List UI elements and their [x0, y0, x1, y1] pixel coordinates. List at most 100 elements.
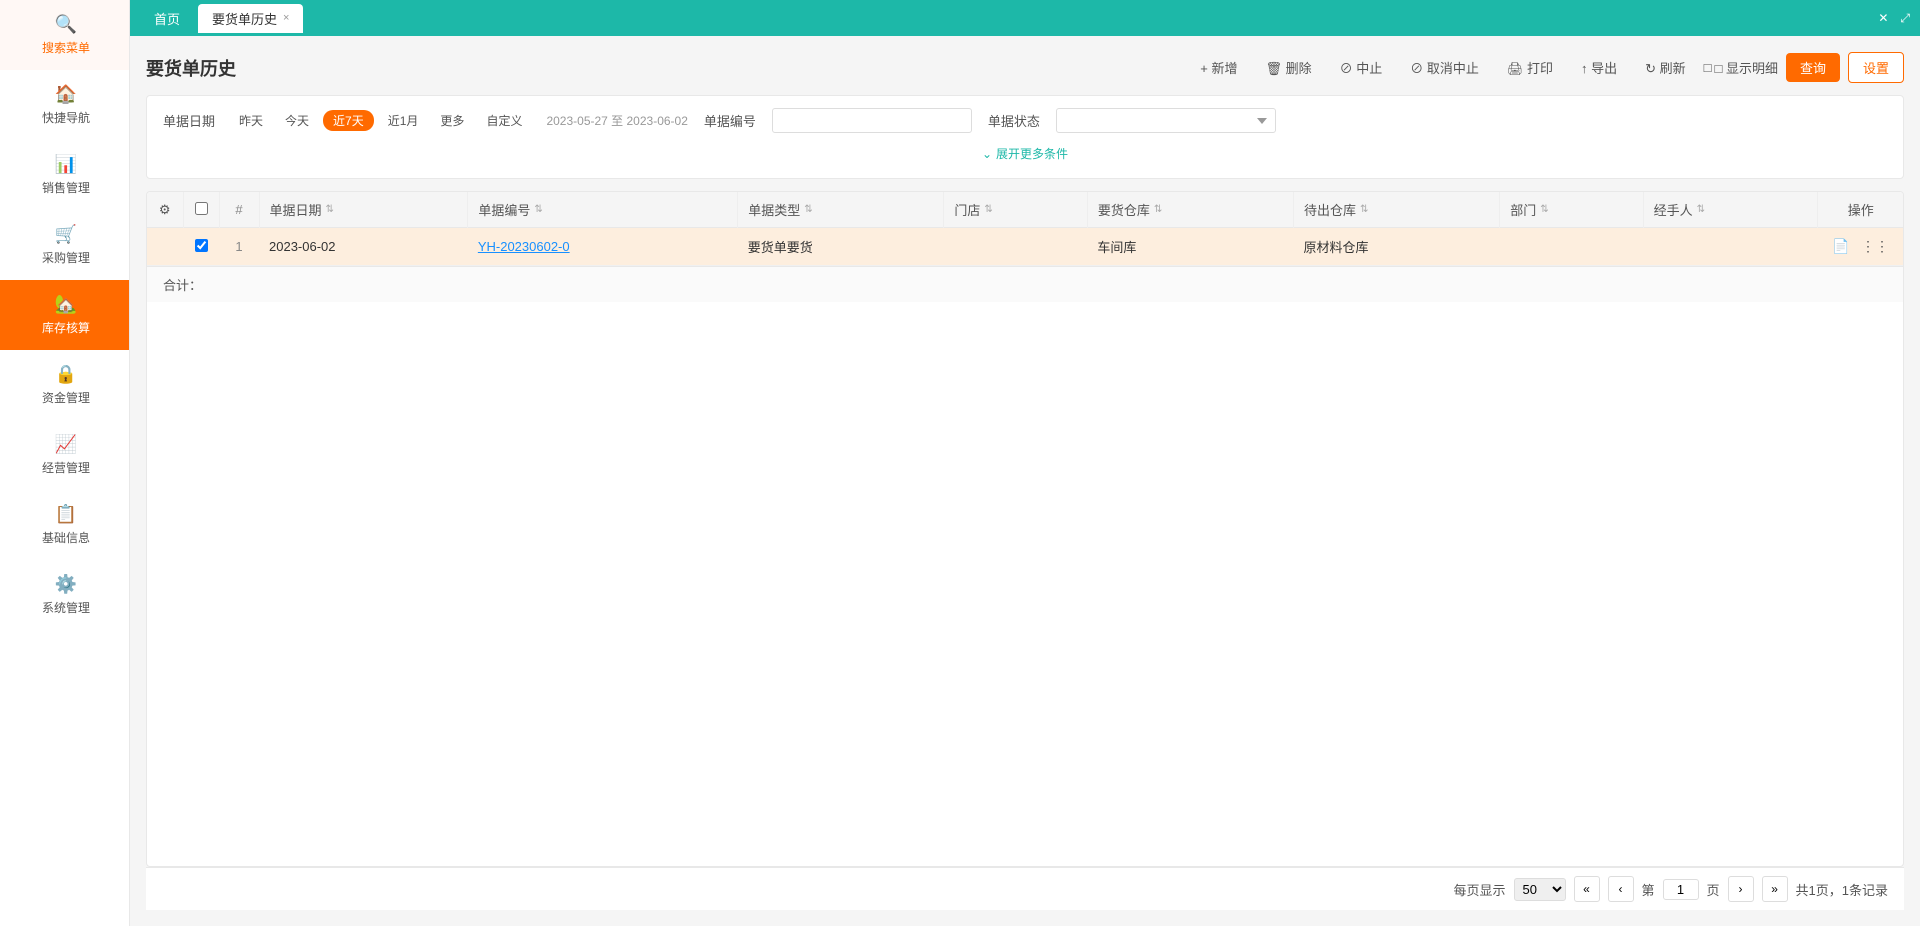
- row-ops-0: 📄 ⋮⋮: [1818, 228, 1903, 266]
- th-checkbox[interactable]: [183, 192, 219, 228]
- sidebar-item-basic-info[interactable]: 📋 基础信息: [0, 490, 129, 560]
- row-reqwarehouse-0: 车间库: [1087, 228, 1293, 266]
- basic-info-icon: 📋: [55, 504, 77, 525]
- tab-label-requisition-history: 要货单历史: [212, 9, 277, 28]
- filter-dates: 昨天 今天 近7天 近1月 更多 自定义: [231, 110, 530, 131]
- th-department[interactable]: 部门⇅: [1500, 192, 1643, 228]
- date-btn-1month[interactable]: 近1月: [380, 110, 427, 131]
- print-button[interactable]: 🖨 打印: [1497, 53, 1563, 82]
- row-docno-0[interactable]: YH-20230602-0: [468, 228, 738, 266]
- refresh-button[interactable]: ↻ 刷新: [1635, 53, 1696, 82]
- tab-close-requisition-history[interactable]: ×: [283, 12, 289, 24]
- sidebar-label-quick-nav: 快捷导航: [42, 109, 90, 126]
- th-handler[interactable]: 经手人⇅: [1643, 192, 1818, 228]
- pagination-bar: 每页显示 50 10 20 100 « ‹ 第 页 › » 共1页，1条记录: [146, 867, 1904, 910]
- page-number-input[interactable]: [1663, 879, 1699, 900]
- prev-page-button[interactable]: ‹: [1608, 876, 1634, 902]
- date-btn-today[interactable]: 今天: [277, 110, 317, 131]
- sidebar-item-purchase[interactable]: 🛒 采购管理: [0, 210, 129, 280]
- sidebar-label-search-menu: 搜索菜单: [42, 39, 90, 56]
- main-area: 首页要货单历史 × ✕ ⤢ 要货单历史 + 新增 🗑 删除 ⊘ 中止 ⊘ 取消中…: [130, 0, 1920, 926]
- date-btn-7days[interactable]: 近7天: [323, 110, 374, 131]
- row-store-0: [944, 228, 1087, 266]
- quick-nav-icon: 🏠: [55, 84, 77, 105]
- row-edit-btn-0[interactable]: 📄: [1828, 236, 1853, 257]
- per-page-select[interactable]: 50 10 20 100: [1514, 878, 1566, 901]
- th-settings[interactable]: ⚙: [147, 192, 183, 228]
- query-button[interactable]: 查询: [1786, 53, 1840, 82]
- tab-label-home: 首页: [154, 9, 180, 28]
- status-select[interactable]: [1056, 108, 1276, 133]
- tab-bar-right: ✕ ⤢: [1878, 11, 1910, 26]
- doc-no-input[interactable]: [772, 108, 972, 133]
- last-page-button[interactable]: »: [1762, 876, 1788, 902]
- toolbar: + 新增 🗑 删除 ⊘ 中止 ⊘ 取消中止 🖨 打印 ↑ 导出 ↻ 刷新 □ □…: [1190, 52, 1904, 83]
- sidebar-label-basic-info: 基础信息: [42, 529, 90, 546]
- table-footer: 合计：: [147, 266, 1903, 302]
- page-title: 要货单历史: [146, 55, 236, 81]
- th-req-warehouse[interactable]: 要货仓库⇅: [1087, 192, 1293, 228]
- sidebar-item-system[interactable]: ⚙️ 系统管理: [0, 560, 129, 630]
- date-btn-more[interactable]: 更多: [432, 110, 472, 131]
- settings-button[interactable]: 设置: [1848, 52, 1904, 83]
- row-more-btn-0[interactable]: ⋮⋮: [1857, 236, 1893, 257]
- sidebar-label-operation: 经营管理: [42, 459, 90, 476]
- content: 要货单历史 + 新增 🗑 删除 ⊘ 中止 ⊘ 取消中止 🖨 打印 ↑ 导出 ↻ …: [130, 36, 1920, 926]
- date-btn-yesterday[interactable]: 昨天: [231, 110, 271, 131]
- sidebar-label-purchase: 采购管理: [42, 249, 90, 266]
- operation-icon: 📈: [55, 434, 77, 455]
- stop-button[interactable]: ⊘ 中止: [1330, 53, 1393, 82]
- tab-requisition-history[interactable]: 要货单历史 ×: [198, 4, 303, 33]
- th-date[interactable]: 单据日期⇅: [259, 192, 468, 228]
- cancel-stop-button[interactable]: ⊘ 取消中止: [1400, 53, 1489, 82]
- sidebar: 🔍搜索菜单 🏠 快捷导航 📊 销售管理 🛒 采购管理 🏡库存核算🔒资金管理 📈 经营管理 📋 基础信息…: [0, 0, 130, 926]
- table-row[interactable]: 1 2023-06-02 YH-20230602-0 要货单要货 车间库 原材料…: [147, 228, 1903, 266]
- expand-more-button[interactable]: ⌄ 展开更多条件: [163, 141, 1887, 166]
- page-header: 要货单历史 + 新增 🗑 删除 ⊘ 中止 ⊘ 取消中止 🖨 打印 ↑ 导出 ↻ …: [146, 52, 1904, 83]
- next-page-button[interactable]: ›: [1728, 876, 1754, 902]
- row-check-0[interactable]: [195, 239, 208, 252]
- sidebar-item-operation[interactable]: 📈 经营管理: [0, 420, 129, 490]
- row-date-0: 2023-06-02: [259, 228, 468, 266]
- row-handler-0: [1643, 228, 1818, 266]
- sidebar-item-search-menu[interactable]: 🔍搜索菜单: [0, 0, 129, 70]
- select-all-checkbox[interactable]: [195, 202, 208, 215]
- purchase-icon: 🛒: [55, 224, 77, 245]
- th-doc-no[interactable]: 单据编号⇅: [468, 192, 738, 228]
- filter-row-1: 单据日期 昨天 今天 近7天 近1月 更多 自定义 2023-05-27 至 2…: [163, 108, 1887, 133]
- window-maximize-icon[interactable]: ⤢: [1900, 11, 1910, 26]
- th-store[interactable]: 门店⇅: [944, 192, 1087, 228]
- page-goto-suffix: 页: [1707, 880, 1720, 899]
- export-button[interactable]: ↑ 导出: [1571, 53, 1627, 82]
- sidebar-label-sales: 销售管理: [42, 179, 90, 196]
- data-table: ⚙ # 单据日期⇅ 单据编号⇅ 单据类型⇅ 门店⇅ 要货仓库⇅ 待出仓库⇅ 部门…: [147, 192, 1903, 266]
- total-text: 共1页，1条记录: [1796, 880, 1888, 899]
- per-page-label: 每页显示: [1453, 880, 1505, 899]
- th-pending-warehouse[interactable]: 待出仓库⇅: [1294, 192, 1500, 228]
- date-range-text: 2023-05-27 至 2023-06-02: [546, 112, 687, 129]
- summary-label: 合计：: [163, 278, 202, 293]
- new-button[interactable]: + 新增: [1190, 53, 1247, 82]
- display-detail-toggle[interactable]: □ □ 显示明细: [1704, 58, 1778, 77]
- sidebar-item-finance[interactable]: 🔒资金管理: [0, 350, 129, 420]
- tab-home[interactable]: 首页: [140, 4, 194, 33]
- filter-area: 单据日期 昨天 今天 近7天 近1月 更多 自定义 2023-05-27 至 2…: [146, 95, 1904, 179]
- window-close-icon[interactable]: ✕: [1878, 11, 1888, 25]
- th-doc-type[interactable]: 单据类型⇅: [738, 192, 944, 228]
- row-checkbox-0[interactable]: [183, 228, 219, 266]
- sidebar-item-inventory[interactable]: 🏡库存核算: [0, 280, 129, 350]
- delete-button[interactable]: 🗑 删除: [1256, 53, 1322, 82]
- sidebar-label-finance: 资金管理: [42, 389, 90, 406]
- row-settings-0[interactable]: [147, 228, 183, 266]
- inventory-icon: 🏡: [55, 294, 77, 315]
- table-header-row: ⚙ # 单据日期⇅ 单据编号⇅ 单据类型⇅ 门店⇅ 要货仓库⇅ 待出仓库⇅ 部门…: [147, 192, 1903, 228]
- sales-icon: 📊: [55, 154, 77, 175]
- system-icon: ⚙️: [55, 574, 77, 595]
- sidebar-label-system: 系统管理: [42, 599, 90, 616]
- first-page-button[interactable]: «: [1574, 876, 1600, 902]
- sidebar-item-quick-nav[interactable]: 🏠 快捷导航: [0, 70, 129, 140]
- sidebar-item-sales[interactable]: 📊 销售管理: [0, 140, 129, 210]
- row-department-0: [1500, 228, 1643, 266]
- row-pendingwarehouse-0: 原材料仓库: [1294, 228, 1500, 266]
- date-btn-custom[interactable]: 自定义: [478, 110, 530, 131]
